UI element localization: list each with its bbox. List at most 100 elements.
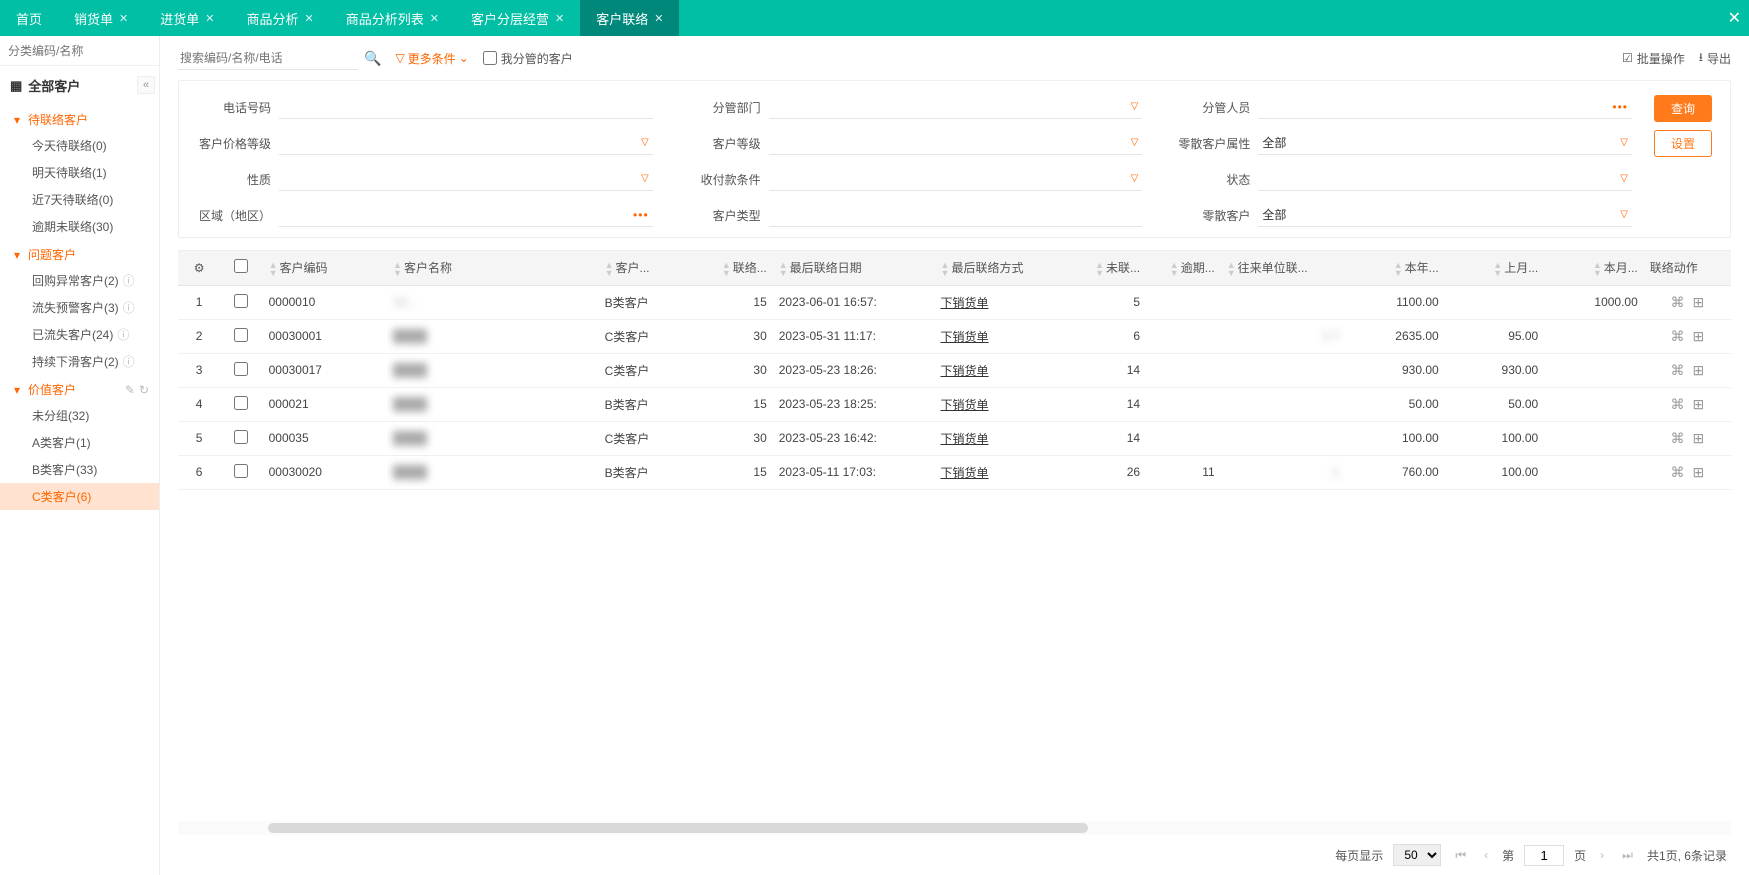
sidebar-item[interactable]: B类客户(33) <box>0 456 159 483</box>
last-method-link[interactable]: 下销货单 <box>941 466 989 480</box>
sidebar-item[interactable]: C类客户(6) <box>0 483 159 510</box>
search-icon[interactable]: 🔍 <box>364 50 381 67</box>
tab-进货单[interactable]: 进货单✕ <box>144 0 230 36</box>
horizontal-scrollbar[interactable] <box>178 821 1731 835</box>
table-row[interactable]: 200030001████C类客户302023-05-31 11:17:下销货单… <box>178 319 1731 353</box>
last-method-link[interactable]: 下销货单 <box>941 296 989 310</box>
more-conditions-toggle[interactable]: ▽ 更多条件 ⌄ <box>395 50 468 67</box>
settings-button[interactable]: 设置 <box>1654 130 1712 157</box>
last-method-link[interactable]: 下销货单 <box>941 364 989 378</box>
help-icon[interactable]: ⓘ <box>117 326 129 343</box>
close-icon[interactable]: ✕ <box>654 12 663 25</box>
filter-input[interactable]: ▽ <box>769 95 1143 119</box>
column-header-overdue[interactable]: ▲▼逾期... <box>1146 251 1221 285</box>
table-row[interactable]: 1000001012...B类客户152023-06-01 16:57:下销货单… <box>178 285 1731 319</box>
sidebar-item[interactable]: 逾期未联络(30) <box>0 213 159 240</box>
filter-input[interactable]: ▽ <box>769 131 1143 155</box>
help-icon[interactable]: ⓘ <box>123 272 135 289</box>
filter-input[interactable]: ▽ <box>279 167 653 191</box>
sidebar-group[interactable]: ▾问题客户 <box>0 240 159 267</box>
sidebar-item[interactable]: 今天待联络(0) <box>0 132 159 159</box>
column-header-chk[interactable] <box>220 251 262 285</box>
table-row[interactable]: 4000021████B类客户152023-05-23 18:25:下销货单14… <box>178 387 1731 421</box>
close-icon[interactable]: ✕ <box>205 12 214 25</box>
close-icon[interactable]: ✕ <box>555 12 564 25</box>
column-header-code[interactable]: ▲▼客户编码 <box>263 251 387 285</box>
grid-icon[interactable]: ⊞ <box>1693 464 1705 481</box>
wechat-icon[interactable]: ⌘ <box>1671 362 1685 379</box>
tabbar-close-icon[interactable]: ✕ <box>1728 0 1741 36</box>
next-page-button[interactable]: › <box>1596 848 1608 862</box>
tab-首页[interactable]: 首页 <box>0 0 58 36</box>
export-button[interactable]: ⭳ 导出 <box>1699 48 1731 69</box>
sidebar-group[interactable]: ▾待联络客户 <box>0 105 159 132</box>
gear-icon[interactable]: ⚙ <box>194 261 205 275</box>
close-icon[interactable]: ✕ <box>119 12 128 25</box>
wechat-icon[interactable]: ⌘ <box>1671 328 1685 345</box>
tab-商品分析[interactable]: 商品分析✕ <box>230 0 329 36</box>
table-row[interactable]: 5000035████C类客户302023-05-23 16:42:下销货单14… <box>178 421 1731 455</box>
table-row[interactable]: 600030020████B类客户152023-05-11 17:03:下销货单… <box>178 455 1731 489</box>
column-header-gear[interactable]: ⚙ <box>178 251 220 285</box>
select-all-checkbox[interactable] <box>234 259 248 273</box>
close-icon[interactable]: ✕ <box>305 12 314 25</box>
row-checkbox[interactable] <box>234 362 248 376</box>
column-header-actions[interactable]: 联络动作 <box>1644 251 1731 285</box>
row-checkbox[interactable] <box>234 294 248 308</box>
table-row[interactable]: 300030017████C类客户302023-05-23 18:26:下销货单… <box>178 353 1731 387</box>
column-header-last_date[interactable]: ▲▼最后联络日期 <box>773 251 935 285</box>
sidebar-item[interactable]: A类客户(1) <box>0 429 159 456</box>
sidebar-item[interactable]: 未分组(32) <box>0 402 159 429</box>
grid-icon[interactable]: ⊞ <box>1693 430 1705 447</box>
filter-input[interactable]: 全部▽ <box>1258 203 1632 227</box>
column-header-no_contact[interactable]: ▲▼未联... <box>1059 251 1146 285</box>
tab-销货单[interactable]: 销货单✕ <box>58 0 144 36</box>
first-page-button[interactable]: ⏮ <box>1451 848 1470 863</box>
column-header-unit[interactable]: ▲▼往来单位联... <box>1221 251 1345 285</box>
last-method-link[interactable]: 下销货单 <box>941 432 989 446</box>
wechat-icon[interactable]: ⌘ <box>1671 464 1685 481</box>
help-icon[interactable]: ⓘ <box>123 299 135 316</box>
my-customers-checkbox[interactable]: 我分管的客户 <box>483 50 573 67</box>
tab-商品分析列表[interactable]: 商品分析列表✕ <box>330 0 455 36</box>
sidebar-item[interactable]: 近7天待联络(0) <box>0 186 159 213</box>
row-checkbox[interactable] <box>234 464 248 478</box>
grid-icon[interactable]: ⊞ <box>1693 396 1705 413</box>
prev-page-button[interactable]: ‹ <box>1480 848 1492 862</box>
sidebar-collapse-icon[interactable]: « <box>137 76 155 94</box>
more-icon[interactable]: ••• <box>1612 100 1628 114</box>
more-icon[interactable]: ••• <box>633 208 649 222</box>
row-checkbox[interactable] <box>234 396 248 410</box>
tab-客户分层经营[interactable]: 客户分层经营✕ <box>455 0 580 36</box>
column-header-this_month[interactable]: ▲▼本月... <box>1544 251 1644 285</box>
filter-input[interactable] <box>279 95 653 119</box>
filter-input[interactable]: ▽ <box>769 167 1143 191</box>
tab-客户联络[interactable]: 客户联络✕ <box>580 0 679 36</box>
grid-icon[interactable]: ⊞ <box>1693 294 1705 311</box>
column-header-contact[interactable]: ▲▼联络... <box>686 251 773 285</box>
sidebar-item[interactable]: 流失预警客户(3)ⓘ <box>0 294 159 321</box>
sidebar-item[interactable]: 回购异常客户(2)ⓘ <box>0 267 159 294</box>
filter-input[interactable]: ▽ <box>279 131 653 155</box>
grid-icon[interactable]: ⊞ <box>1693 328 1705 345</box>
close-icon[interactable]: ✕ <box>430 12 439 25</box>
last-method-link[interactable]: 下销货单 <box>941 398 989 412</box>
column-header-last_month[interactable]: ▲▼上月... <box>1445 251 1545 285</box>
sidebar-search-input[interactable] <box>8 44 160 58</box>
query-button[interactable]: 查询 <box>1654 95 1712 122</box>
grid-icon[interactable]: ⊞ <box>1693 362 1705 379</box>
main-search-input[interactable] <box>178 47 358 70</box>
edit-icon[interactable]: ✎ <box>125 383 135 397</box>
batch-ops-button[interactable]: ☑ 批量操作 <box>1622 50 1685 67</box>
filter-input[interactable] <box>769 203 1143 227</box>
last-method-link[interactable]: 下销货单 <box>941 330 989 344</box>
sidebar-item[interactable]: 持续下滑客户(2)ⓘ <box>0 348 159 375</box>
sidebar-all-customers[interactable]: ▦ 全部客户 <box>0 66 159 105</box>
refresh-icon[interactable]: ↻ <box>139 383 149 397</box>
sidebar-item[interactable]: 已流失客户(24)ⓘ <box>0 321 159 348</box>
per-page-select[interactable]: 50 <box>1393 844 1441 866</box>
column-header-this_year[interactable]: ▲▼本年... <box>1345 251 1445 285</box>
column-header-cat[interactable]: ▲▼客户... <box>599 251 686 285</box>
wechat-icon[interactable]: ⌘ <box>1671 294 1685 311</box>
column-header-name[interactable]: ▲▼客户名称 <box>387 251 599 285</box>
